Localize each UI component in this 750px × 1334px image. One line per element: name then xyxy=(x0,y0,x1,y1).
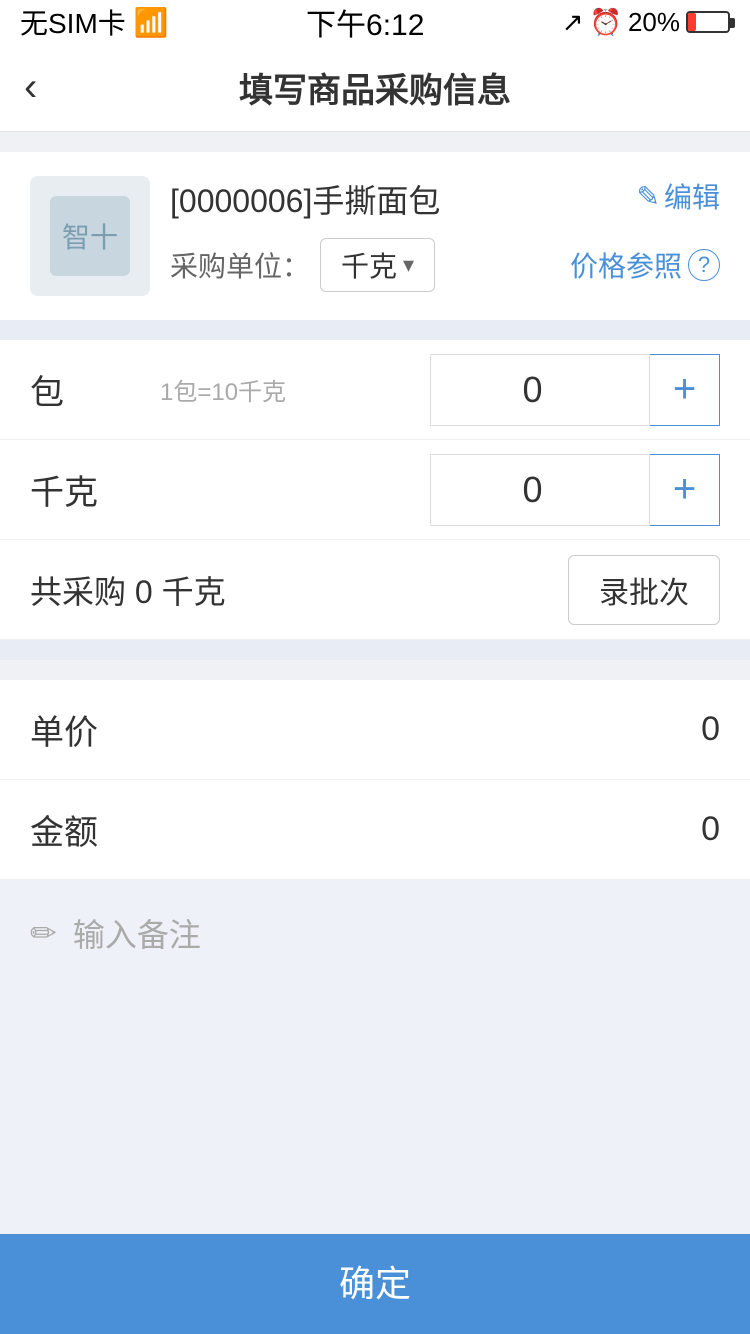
price-ref-label: 价格参照 xyxy=(570,245,682,285)
amount-row: 金额 0 xyxy=(0,780,750,880)
batch-button[interactable]: 录批次 xyxy=(568,555,720,625)
amount-value: 0 xyxy=(701,810,720,849)
location-icon: ↗ xyxy=(562,7,584,38)
edit-icon: ✎ xyxy=(637,180,660,213)
pencil-icon: ✏ xyxy=(30,914,57,952)
back-button[interactable]: ‹ xyxy=(24,65,37,110)
kg-input[interactable] xyxy=(430,454,650,526)
unit-price-label: 单价 xyxy=(30,705,98,754)
product-info: [0000006]手撕面包 ✎ 编辑 采购单位： 千克 ▾ 价格参照 ? xyxy=(170,176,720,292)
bao-input-group: + xyxy=(430,354,720,426)
info-section: 单价 0 金额 0 xyxy=(0,680,750,880)
bao-label: 包 xyxy=(30,365,150,414)
product-logo: 智十 xyxy=(50,196,130,276)
page-title: 填写商品采购信息 xyxy=(239,63,511,112)
help-icon: ? xyxy=(688,249,720,281)
form-section: 包 1包=10千克 + 千克 + 共采购 0 千克 录批次 xyxy=(0,340,750,640)
edit-button[interactable]: ✎ 编辑 xyxy=(637,176,720,216)
product-header: [0000006]手撕面包 ✎ 编辑 xyxy=(170,176,720,222)
confirm-button[interactable]: 确定 xyxy=(0,1234,750,1334)
divider-2 xyxy=(0,640,750,660)
kg-plus-button[interactable]: + xyxy=(650,454,720,526)
carrier-text: 无SIM卡 xyxy=(20,2,126,42)
nav-bar: ‹ 填写商品采购信息 xyxy=(0,44,750,132)
unit-value: 千克 xyxy=(341,245,397,285)
product-name: [0000006]手撕面包 xyxy=(170,176,440,222)
status-time: 下午6:12 xyxy=(306,0,424,44)
status-left: 无SIM卡 📶 xyxy=(20,2,169,42)
kg-input-group: + xyxy=(430,454,720,526)
unit-select[interactable]: 千克 ▾ xyxy=(320,238,435,292)
unit-selector[interactable]: 采购单位： 千克 ▾ xyxy=(170,238,435,292)
note-placeholder: 输入备注 xyxy=(73,910,201,956)
amount-label: 金额 xyxy=(30,805,98,854)
empty-area xyxy=(0,986,750,1266)
bao-row: 包 1包=10千克 + xyxy=(0,340,750,440)
bao-plus-button[interactable]: + xyxy=(650,354,720,426)
status-bar: 无SIM卡 📶 下午6:12 ↗ ⏰ 20% xyxy=(0,0,750,44)
logo-text: 智十 xyxy=(62,216,118,256)
status-right: ↗ ⏰ 20% xyxy=(562,7,730,38)
alarm-icon: ⏰ xyxy=(590,7,622,38)
chevron-down-icon: ▾ xyxy=(403,252,414,278)
kg-row: 千克 + xyxy=(0,440,750,540)
battery-percent: 20% xyxy=(628,7,680,38)
bao-sublabel: 1包=10千克 xyxy=(160,372,286,407)
product-image: 智十 xyxy=(30,176,150,296)
bao-input[interactable] xyxy=(430,354,650,426)
total-label: 共采购 0 千克 xyxy=(30,567,226,613)
divider-1 xyxy=(0,320,750,340)
product-card: 智十 [0000006]手撕面包 ✎ 编辑 采购单位： 千克 ▾ 价格参照 ? xyxy=(0,152,750,320)
battery-icon xyxy=(686,11,730,33)
unit-price-value: 0 xyxy=(701,710,720,749)
product-unit-row: 采购单位： 千克 ▾ 价格参照 ? xyxy=(170,238,720,292)
price-ref-button[interactable]: 价格参照 ? xyxy=(570,245,720,285)
edit-label: 编辑 xyxy=(664,176,720,216)
unit-label: 采购单位： xyxy=(170,245,310,285)
wifi-icon: 📶 xyxy=(134,6,169,39)
note-section[interactable]: ✏ 输入备注 xyxy=(0,880,750,986)
unit-price-row: 单价 0 xyxy=(0,680,750,780)
kg-label: 千克 xyxy=(30,465,150,514)
summary-row: 共采购 0 千克 录批次 xyxy=(0,540,750,640)
